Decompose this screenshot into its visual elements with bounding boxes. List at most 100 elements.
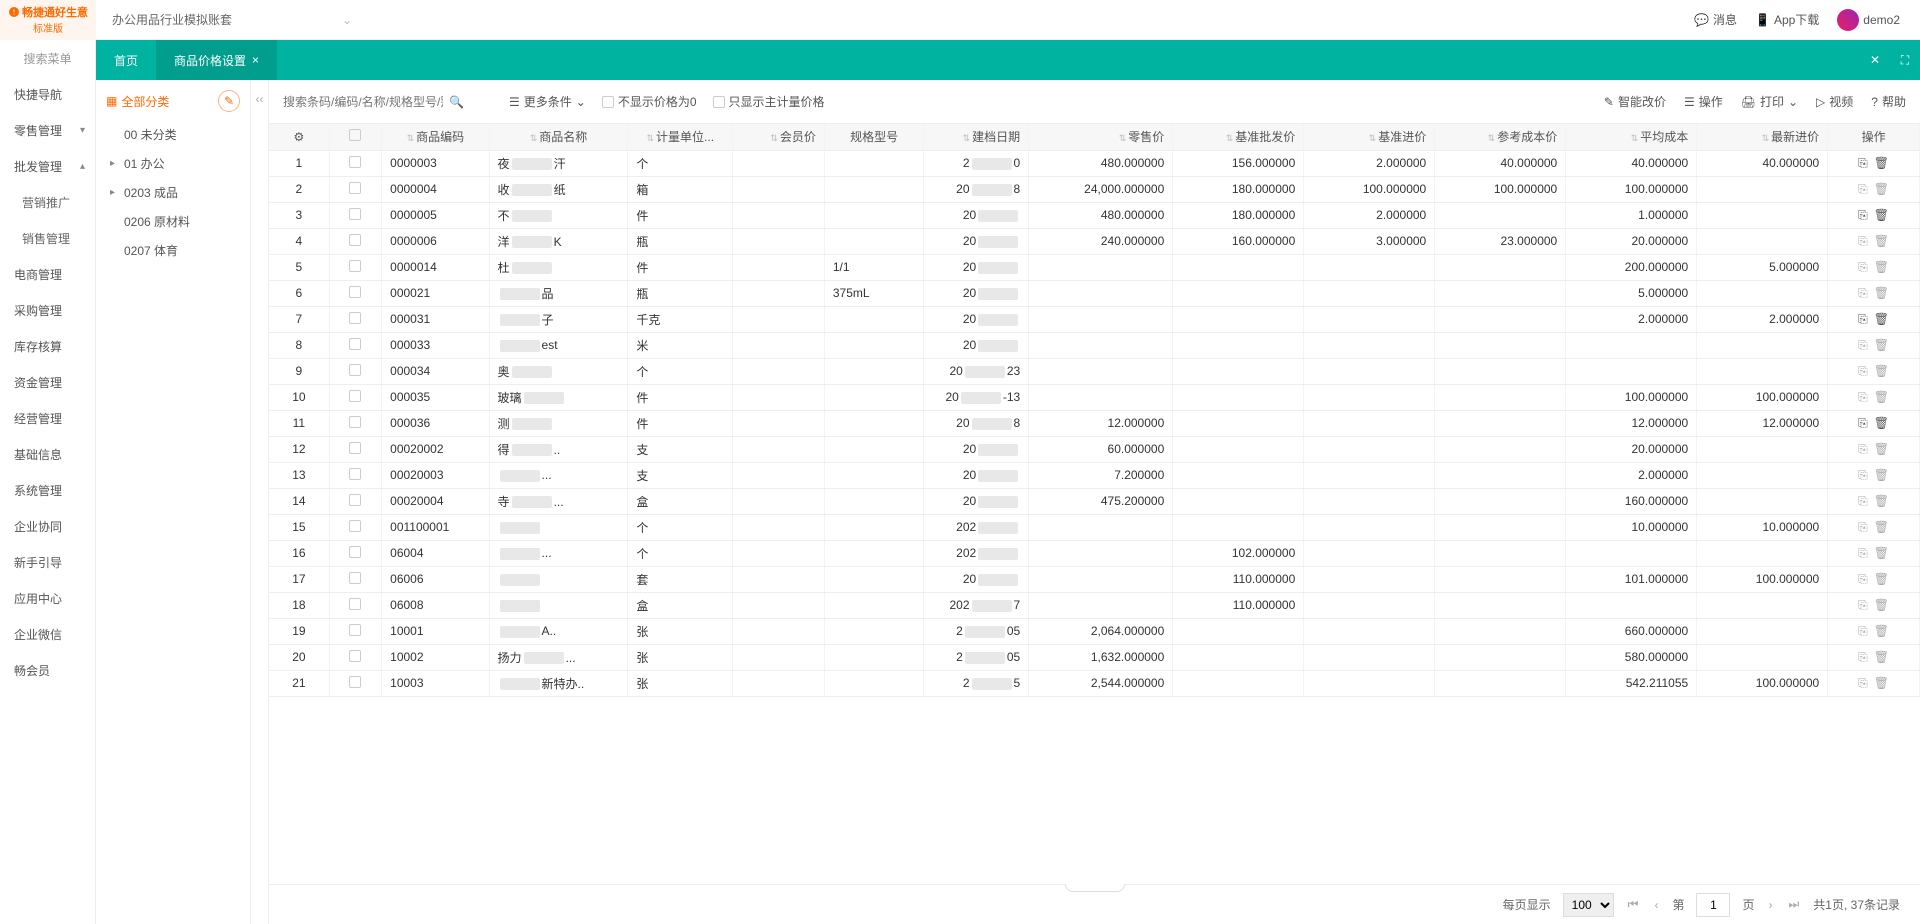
table-row[interactable]: 18 06008 盒 2027 110.000000 ⎘🗑	[269, 592, 1920, 618]
sidebar-item[interactable]: 系统管理	[0, 472, 95, 508]
cell-checkbox[interactable]	[329, 644, 381, 670]
cell-checkbox[interactable]	[329, 150, 381, 176]
sidebar-subitem[interactable]: 销售管理	[0, 220, 95, 256]
col-purchase[interactable]: ⇅基准进价	[1304, 124, 1435, 150]
table-row[interactable]: 19 10001 A.. 张 205 2,064.000000 660.0000…	[269, 618, 1920, 644]
row-edit-icon[interactable]: ⎘	[1858, 156, 1868, 171]
table-row[interactable]: 3 0000005 不 件 20 480.000000 180.000000 2…	[269, 202, 1920, 228]
sidebar-item[interactable]: 新手引导	[0, 544, 95, 580]
only-unit-checkbox[interactable]: 只显示主计量价格	[713, 93, 825, 110]
row-edit-icon[interactable]: ⎘	[1858, 468, 1868, 483]
row-delete-icon[interactable]: 🗑	[1874, 598, 1889, 613]
col-whole[interactable]: ⇅基准批发价	[1173, 124, 1304, 150]
row-delete-icon[interactable]: 🗑	[1874, 520, 1889, 535]
sidebar-item[interactable]: 企业微信	[0, 616, 95, 652]
row-delete-icon[interactable]: 🗑	[1874, 338, 1889, 353]
row-delete-icon[interactable]: 🗑	[1874, 286, 1889, 301]
tab-price-settings[interactable]: 商品价格设置 ×	[156, 40, 277, 80]
tab-home[interactable]: 首页	[96, 40, 156, 80]
row-delete-icon[interactable]: 🗑	[1874, 468, 1889, 483]
row-delete-icon[interactable]: 🗑	[1874, 416, 1889, 431]
row-delete-icon[interactable]: 🗑	[1874, 364, 1889, 379]
print-button[interactable]: 🖨打印⌄	[1741, 93, 1798, 110]
col-code[interactable]: ⇅商品编码	[382, 124, 489, 150]
messages-link[interactable]: 💬消息	[1694, 11, 1737, 28]
sidebar-item[interactable]: 零售管理▾	[0, 112, 95, 148]
tree-toggle-icon[interactable]: ▸	[110, 158, 115, 169]
search-icon[interactable]: 🔍	[449, 95, 464, 109]
sidebar-item[interactable]: 企业协同	[0, 508, 95, 544]
cell-checkbox[interactable]	[329, 436, 381, 462]
row-edit-icon[interactable]: ⎘	[1858, 650, 1868, 665]
col-unit[interactable]: ⇅计量单位...	[628, 124, 733, 150]
cell-checkbox[interactable]	[329, 332, 381, 358]
table-row[interactable]: 10 000035 玻璃 件 20-13 100.000000 100.0000…	[269, 384, 1920, 410]
smart-price-button[interactable]: ✎智能改价	[1604, 93, 1666, 110]
row-edit-icon[interactable]: ⎘	[1858, 624, 1868, 639]
category-item[interactable]: 00 未分类	[96, 120, 250, 149]
table-row[interactable]: 16 06004 ... 个 202 102.000000 ⎘🗑	[269, 540, 1920, 566]
cell-checkbox[interactable]	[329, 358, 381, 384]
drawer-handle[interactable]	[1065, 884, 1125, 892]
col-checkbox[interactable]	[329, 124, 381, 150]
cell-checkbox[interactable]	[329, 410, 381, 436]
help-button[interactable]: ?帮助	[1871, 93, 1906, 110]
table-row[interactable]: 1 0000003 夜汗 个 20 480.000000 156.000000 …	[269, 150, 1920, 176]
col-retail[interactable]: ⇅零售价	[1029, 124, 1173, 150]
row-edit-icon[interactable]: ⎘	[1858, 546, 1868, 561]
tab-close-all[interactable]: ✕	[1860, 53, 1890, 68]
sidebar-item[interactable]: 经营管理	[0, 400, 95, 436]
row-edit-icon[interactable]: ⎘	[1858, 676, 1868, 691]
last-page-icon[interactable]: ⏭	[1786, 897, 1801, 912]
table-row[interactable]: 8 000033 est 米 20 ⎘🗑	[269, 332, 1920, 358]
table-row[interactable]: 2 0000004 收纸 箱 208 24,000.000000 180.000…	[269, 176, 1920, 202]
all-categories-label[interactable]: 全部分类	[121, 93, 169, 110]
row-edit-icon[interactable]: ⎘	[1858, 312, 1868, 327]
tree-toggle-icon[interactable]: ▸	[110, 187, 115, 198]
cell-checkbox[interactable]	[329, 254, 381, 280]
cell-checkbox[interactable]	[329, 202, 381, 228]
row-edit-icon[interactable]: ⎘	[1858, 260, 1868, 275]
category-item[interactable]: ▸01 办公	[96, 149, 250, 178]
table-row[interactable]: 21 10003 新特办.. 张 25 2,544.000000 542.211…	[269, 670, 1920, 696]
row-edit-icon[interactable]: ⎘	[1858, 390, 1868, 405]
table-row[interactable]: 5 0000014 杜 件 1/1 20 200.000000 5.000000…	[269, 254, 1920, 280]
fullscreen-icon[interactable]: ⛶	[1890, 53, 1920, 68]
row-edit-icon[interactable]: ⎘	[1858, 364, 1868, 379]
sidebar-item[interactable]: 电商管理	[0, 256, 95, 292]
search-input[interactable]	[283, 95, 443, 109]
row-delete-icon[interactable]: 🗑	[1874, 156, 1889, 171]
col-date[interactable]: ⇅建档日期	[924, 124, 1029, 150]
hide-zero-checkbox[interactable]: 不显示价格为0	[602, 93, 697, 110]
row-edit-icon[interactable]: ⎘	[1858, 286, 1868, 301]
row-delete-icon[interactable]: 🗑	[1874, 390, 1889, 405]
close-icon[interactable]: ×	[252, 53, 259, 67]
table-row[interactable]: 9 000034 奥 个 2023 ⎘🗑	[269, 358, 1920, 384]
table-row[interactable]: 13 00020003 ... 支 20 7.200000 2.000000 ⎘…	[269, 462, 1920, 488]
collapse-category-panel[interactable]: ‹‹	[251, 80, 269, 924]
cell-checkbox[interactable]	[329, 566, 381, 592]
first-page-icon[interactable]: ⏮	[1626, 897, 1641, 912]
row-delete-icon[interactable]: 🗑	[1874, 572, 1889, 587]
row-edit-icon[interactable]: ⎘	[1858, 234, 1868, 249]
sidebar-item[interactable]: 资金管理	[0, 364, 95, 400]
row-delete-icon[interactable]: 🗑	[1874, 234, 1889, 249]
row-edit-icon[interactable]: ⎘	[1858, 182, 1868, 197]
row-edit-icon[interactable]: ⎘	[1858, 494, 1868, 509]
row-edit-icon[interactable]: ⎘	[1858, 208, 1868, 223]
account-selector[interactable]: 办公用品行业模拟账套 ⌄	[112, 11, 352, 28]
cell-checkbox[interactable]	[329, 514, 381, 540]
col-spec[interactable]: 规格型号	[824, 124, 924, 150]
row-delete-icon[interactable]: 🗑	[1874, 208, 1889, 223]
sidebar-item[interactable]: 采购管理	[0, 292, 95, 328]
col-settings[interactable]: ⚙	[269, 124, 329, 150]
cell-checkbox[interactable]	[329, 592, 381, 618]
category-item[interactable]: ▸0203 成品	[96, 178, 250, 207]
sidebar-item[interactable]: 应用中心	[0, 580, 95, 616]
row-delete-icon[interactable]: 🗑	[1874, 650, 1889, 665]
cell-checkbox[interactable]	[329, 176, 381, 202]
table-row[interactable]: 4 0000006 洋K 瓶 20 240.000000 160.000000 …	[269, 228, 1920, 254]
row-edit-icon[interactable]: ⎘	[1858, 416, 1868, 431]
cell-checkbox[interactable]	[329, 540, 381, 566]
table-row[interactable]: 12 00020002 得.. 支 20 60.000000 20.000000…	[269, 436, 1920, 462]
